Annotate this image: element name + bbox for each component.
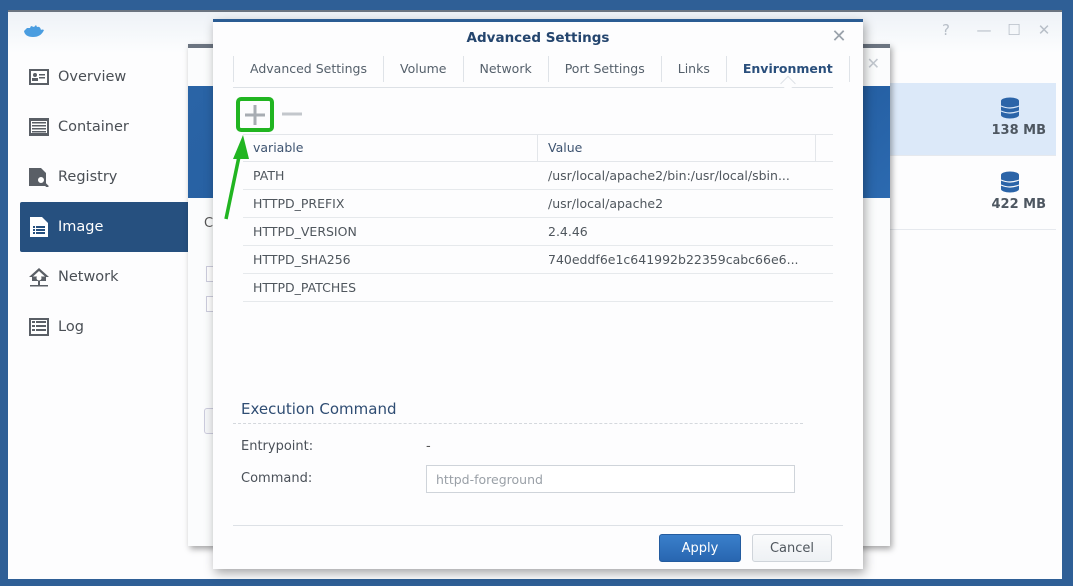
tab-bar: Advanced Settings Volume Network Port Se… [233, 56, 850, 88]
command-label: Command: [241, 471, 313, 486]
table-row[interactable]: HTTPD_PATCHES [243, 274, 833, 302]
sidebar: Overview Container Registry Image Networ… [20, 52, 190, 352]
column-header-variable[interactable]: variable [243, 135, 538, 161]
value-cell: /usr/local/apache2 [548, 196, 664, 211]
table-row[interactable]: HTTPD_SHA256 740eddf6e1c641992b22359cabc… [243, 246, 833, 274]
minimize-icon[interactable]: — [974, 20, 994, 40]
image-icon [30, 217, 48, 237]
apply-button[interactable]: Apply [659, 534, 741, 562]
help-icon[interactable]: ? [936, 20, 956, 40]
value-cell [538, 274, 818, 301]
variable-cell: HTTPD_PATCHES [253, 280, 357, 295]
add-variable-button[interactable] [236, 97, 274, 132]
sidebar-item-log[interactable]: Log [20, 302, 190, 352]
sidebar-item-label: Network [58, 269, 119, 285]
entrypoint-value: - [426, 439, 431, 454]
database-icon [1000, 97, 1020, 119]
column-header-value[interactable]: Value [538, 135, 816, 161]
table-header: variable Value [243, 134, 833, 162]
cancel-button[interactable]: Cancel [752, 534, 832, 562]
remove-variable-button[interactable] [280, 102, 304, 126]
tab-network[interactable]: Network [462, 56, 548, 82]
database-icon [1000, 171, 1020, 193]
variable-cell: PATH [253, 168, 285, 183]
network-icon [29, 268, 49, 287]
tab-port-settings[interactable]: Port Settings [547, 56, 661, 82]
value-cell: 2.4.46 [548, 224, 588, 239]
tab-environment[interactable]: Environment [725, 56, 850, 82]
variable-cell: HTTPD_SHA256 [253, 252, 351, 267]
value-cell: /usr/local/apache2/bin:/usr/local/sbin..… [548, 168, 790, 183]
table-row[interactable]: HTTPD_VERSION 2.4.46 [243, 218, 833, 246]
sidebar-item-label: Log [58, 319, 84, 335]
image-list-item[interactable]: 138 MB [878, 83, 1056, 156]
table-row[interactable]: HTTPD_PREFIX /usr/local/apache2 [243, 190, 833, 218]
image-size: 138 MB [991, 123, 1046, 138]
image-list-item[interactable]: 422 MB [878, 157, 1056, 230]
dialog-title: Advanced Settings [466, 30, 610, 46]
plus-icon [245, 104, 265, 125]
environment-table: variable Value PATH /usr/local/apache2/b… [243, 134, 833, 302]
image-size: 422 MB [991, 197, 1046, 212]
section-divider [233, 423, 803, 424]
sidebar-item-overview[interactable]: Overview [20, 52, 190, 102]
background-dialog-close-icon[interactable]: ✕ [867, 54, 880, 73]
sidebar-item-network[interactable]: Network [20, 252, 190, 302]
execution-command-heading: Execution Command [241, 400, 397, 418]
command-input[interactable] [426, 465, 795, 493]
advanced-settings-dialog: Advanced Settings ✕ Advanced Settings Vo… [213, 19, 863, 569]
footer-divider [233, 525, 843, 526]
registry-icon [29, 168, 49, 187]
overview-icon [29, 69, 49, 85]
log-icon [29, 318, 49, 336]
tab-advanced-settings[interactable]: Advanced Settings [233, 56, 383, 82]
sidebar-item-container[interactable]: Container [20, 102, 190, 152]
value-cell: 740eddf6e1c641992b22359cabc66e6... [548, 252, 799, 267]
entrypoint-label: Entrypoint: [241, 439, 314, 454]
background-dialog-label: C [204, 216, 214, 231]
container-icon [29, 118, 49, 136]
tab-links[interactable]: Links [660, 56, 726, 82]
tab-volume[interactable]: Volume [383, 56, 463, 82]
sidebar-item-label: Overview [58, 69, 127, 85]
sidebar-item-image[interactable]: Image [20, 202, 190, 252]
docker-logo-icon [24, 25, 44, 37]
close-icon[interactable]: ✕ [829, 27, 849, 47]
close-window-icon[interactable]: ✕ [1034, 20, 1054, 40]
sidebar-item-label: Container [58, 119, 129, 135]
variable-cell: HTTPD_PREFIX [253, 196, 345, 211]
sidebar-item-label: Registry [58, 169, 118, 185]
maximize-icon[interactable]: ☐ [1004, 20, 1024, 40]
sidebar-item-registry[interactable]: Registry [20, 152, 190, 202]
table-row[interactable]: PATH /usr/local/apache2/bin:/usr/local/s… [243, 162, 833, 190]
minus-icon [282, 112, 302, 116]
sidebar-item-label: Image [58, 219, 104, 235]
variable-cell: HTTPD_VERSION [253, 224, 357, 239]
